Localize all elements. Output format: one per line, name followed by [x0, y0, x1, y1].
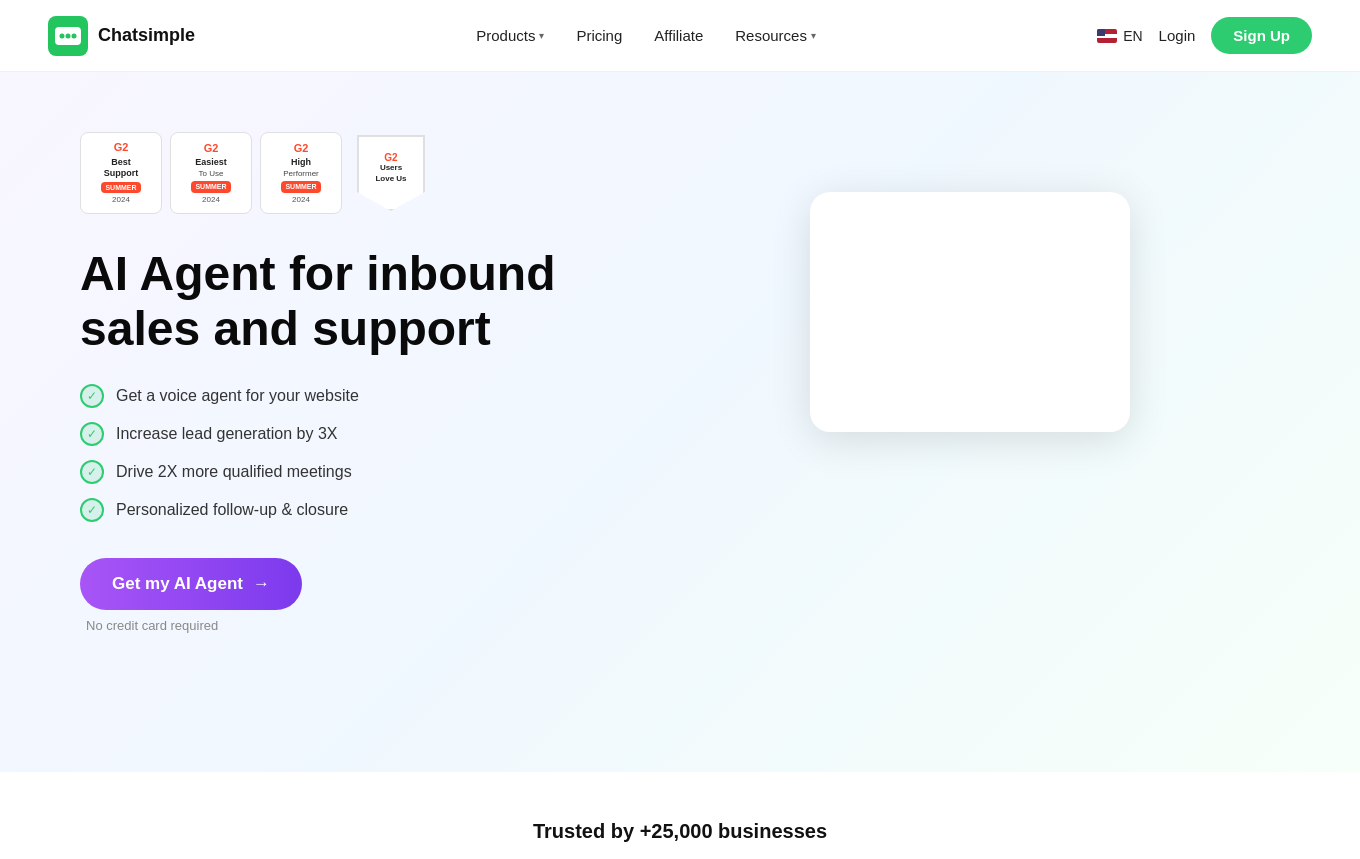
feature-item: ✓ Increase lead generation by 3X	[80, 422, 620, 446]
hero-title: AI Agent for inbound sales and support	[80, 246, 620, 356]
language-selector[interactable]: EN	[1097, 28, 1142, 44]
svg-point-4	[72, 33, 77, 38]
navbar: Chatsimple Products ▾ Pricing Affiliate …	[0, 0, 1360, 72]
badge-easiest-to-use: G2 Easiest To Use SUMMER 2024	[170, 132, 252, 214]
nav-resources[interactable]: Resources ▾	[735, 27, 816, 44]
trusted-section: Trusted by +25,000 businesses Kooneo VSP…	[0, 772, 1360, 859]
feature-list: ✓ Get a voice agent for your website ✓ I…	[80, 384, 620, 522]
badge-high-performer: G2 High Performer SUMMER 2024	[260, 132, 342, 214]
badge-users-love-us: G2 UsersLove Us	[350, 132, 432, 214]
svg-point-2	[60, 33, 65, 38]
logo-icon	[48, 16, 88, 56]
brand-logo[interactable]: Chatsimple	[48, 16, 195, 56]
feature-item: ✓ Drive 2X more qualified meetings	[80, 460, 620, 484]
chat-widget-preview	[810, 192, 1130, 432]
nav-products[interactable]: Products ▾	[476, 27, 544, 44]
hero-left: G2 Best Support SUMMER 2024 G2 Easiest T…	[80, 132, 620, 633]
flag-icon	[1097, 29, 1117, 43]
nav-pricing[interactable]: Pricing	[576, 27, 622, 44]
check-icon: ✓	[80, 460, 104, 484]
check-icon: ✓	[80, 422, 104, 446]
hero-right	[660, 132, 1280, 432]
brand-name: Chatsimple	[98, 25, 195, 46]
svg-point-3	[66, 33, 71, 38]
chevron-down-icon: ▾	[811, 30, 816, 41]
hero-section: G2 Best Support SUMMER 2024 G2 Easiest T…	[0, 72, 1360, 772]
get-ai-agent-button[interactable]: Get my AI Agent →	[80, 558, 302, 610]
signup-button[interactable]: Sign Up	[1211, 17, 1312, 54]
login-button[interactable]: Login	[1159, 27, 1196, 44]
no-credit-card-label: No credit card required	[80, 618, 620, 633]
nav-affiliate[interactable]: Affiliate	[654, 27, 703, 44]
badge-best-support: G2 Best Support SUMMER 2024	[80, 132, 162, 214]
badges-row: G2 Best Support SUMMER 2024 G2 Easiest T…	[80, 132, 620, 214]
nav-actions: EN Login Sign Up	[1097, 17, 1312, 54]
check-icon: ✓	[80, 498, 104, 522]
arrow-icon: →	[253, 574, 270, 594]
feature-item: ✓ Personalized follow-up & closure	[80, 498, 620, 522]
trusted-title: Trusted by +25,000 businesses	[80, 820, 1280, 843]
check-icon: ✓	[80, 384, 104, 408]
nav-links: Products ▾ Pricing Affiliate Resources ▾	[476, 27, 816, 44]
feature-item: ✓ Get a voice agent for your website	[80, 384, 620, 408]
chevron-down-icon: ▾	[539, 30, 544, 41]
cta-wrap: Get my AI Agent → No credit card require…	[80, 558, 620, 633]
